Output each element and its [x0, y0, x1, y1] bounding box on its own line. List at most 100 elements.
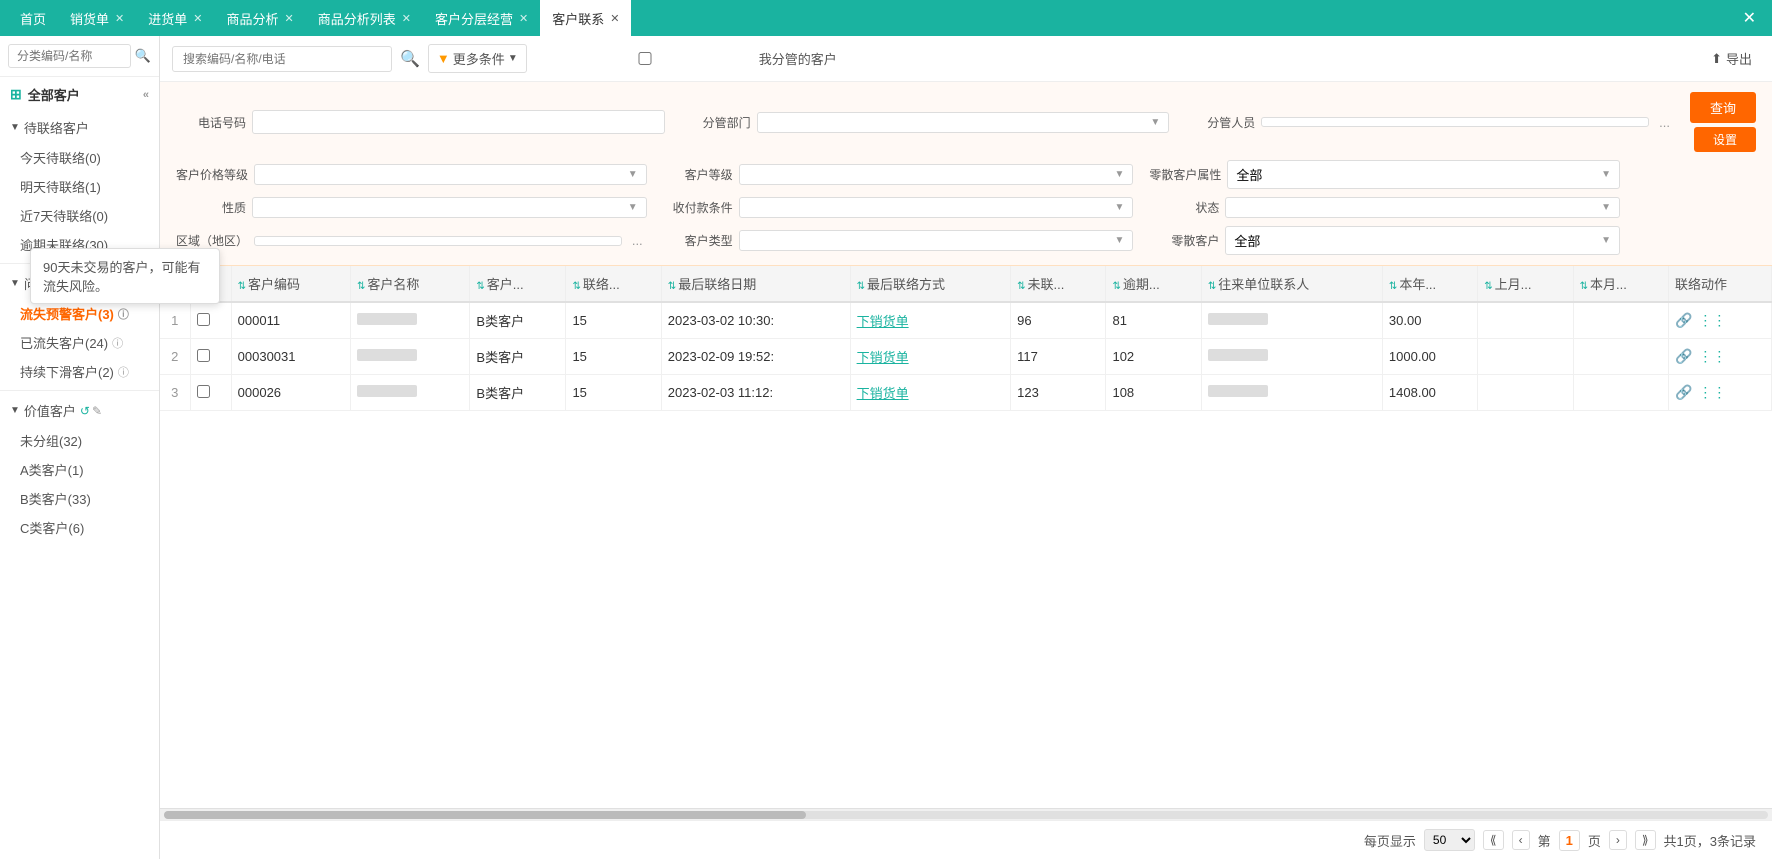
- close-tab-customer-layer-icon[interactable]: ✕: [519, 12, 528, 25]
- th-unit-contact[interactable]: ⇅往来单位联系人: [1201, 266, 1382, 302]
- action-menu-icon-3[interactable]: ⋮⋮: [1698, 384, 1726, 401]
- tooltip-trigger-icon[interactable]: ⓘ: [118, 306, 129, 322]
- action-menu-icon-2[interactable]: ⋮⋮: [1698, 348, 1726, 365]
- sidebar-item-lost[interactable]: 已流失客户(24) ⓘ: [0, 328, 159, 357]
- close-tab-analysis-icon[interactable]: ✕: [285, 12, 294, 25]
- table-row: 1 000011 B类客户 15 2023-03-02 10:30: 下销货单 …: [160, 302, 1772, 339]
- row-overdue-3: 108: [1106, 375, 1201, 411]
- th-contact[interactable]: ⇅联络...: [566, 266, 661, 302]
- nav-home[interactable]: 首页: [8, 9, 58, 28]
- collapse-icon[interactable]: «: [143, 89, 149, 101]
- person-select[interactable]: [1261, 117, 1649, 127]
- nav-tab-purchase[interactable]: 进货单 ✕: [136, 0, 214, 36]
- sidebar-item-ungrouped[interactable]: 未分组(32): [0, 426, 159, 455]
- edit-icon-value[interactable]: ✎: [92, 404, 102, 418]
- th-code[interactable]: ⇅客户编码: [231, 266, 350, 302]
- row-unit-contact-2: [1201, 339, 1382, 375]
- filter-field-phone: 电话号码: [176, 110, 665, 134]
- close-tab-customer-contact-icon[interactable]: ✕: [610, 12, 619, 25]
- row-last-way-2[interactable]: 下销货单: [850, 339, 1011, 375]
- zero-attr-select[interactable]: 全部 ▼: [1227, 160, 1620, 189]
- action-link-icon-2[interactable]: 🔗: [1675, 348, 1692, 365]
- price-grade-select[interactable]: ▼: [254, 164, 647, 185]
- first-page-button[interactable]: ⟪: [1483, 830, 1504, 850]
- nav-tab-customer-contact[interactable]: 客户联系 ✕: [540, 0, 631, 36]
- th-this-year[interactable]: ⇅本年...: [1382, 266, 1477, 302]
- row-last-way-3[interactable]: 下销货单: [850, 375, 1011, 411]
- query-button[interactable]: 查询: [1690, 92, 1756, 123]
- phone-input[interactable]: [252, 110, 665, 134]
- status-select[interactable]: ▼: [1225, 197, 1620, 218]
- my-customers-checkbox-label[interactable]: 我分管的客户: [535, 49, 837, 68]
- filter-field-status: 状态 ▼: [1149, 197, 1620, 218]
- prev-page-button[interactable]: ‹: [1512, 830, 1530, 850]
- sidebar-item-today[interactable]: 今天待联络(0): [0, 143, 159, 172]
- retail-select[interactable]: 全部 ▼: [1225, 226, 1620, 255]
- th-name[interactable]: ⇅客户名称: [351, 266, 470, 302]
- sidebar-search-input[interactable]: [8, 44, 131, 68]
- sidebar-item-class-a[interactable]: A类客户(1): [0, 455, 159, 484]
- next-page-button[interactable]: ›: [1609, 830, 1627, 850]
- close-tab-sales-icon[interactable]: ✕: [115, 12, 124, 25]
- row-type-3: B类客户: [470, 375, 566, 411]
- th-type[interactable]: ⇅客户...: [470, 266, 566, 302]
- th-unlinked[interactable]: ⇅未联...: [1011, 266, 1106, 302]
- row-last-way-1[interactable]: 下销货单: [850, 302, 1011, 339]
- export-button[interactable]: ⬆ 导出: [1703, 45, 1760, 72]
- th-this-month[interactable]: ⇅本月...: [1573, 266, 1668, 302]
- nav-tab-analysis-list[interactable]: 商品分析列表 ✕: [306, 0, 423, 36]
- row-overdue-2: 102: [1106, 339, 1201, 375]
- action-link-icon-3[interactable]: 🔗: [1675, 384, 1692, 401]
- customer-type-select[interactable]: ▼: [739, 230, 1134, 251]
- all-customers-header[interactable]: ⊞ 全部客户 «: [0, 77, 159, 112]
- nav-tab-analysis[interactable]: 商品分析 ✕: [214, 0, 305, 36]
- action-buttons: 查询 设置: [1690, 92, 1756, 152]
- my-customers-checkbox[interactable]: [535, 52, 755, 65]
- export-icon: ⬆: [1711, 51, 1722, 67]
- scrollbar-thumb[interactable]: [164, 811, 806, 819]
- close-tab-analysis-list-icon[interactable]: ✕: [402, 12, 411, 25]
- search-input[interactable]: [172, 46, 392, 72]
- sidebar-item-class-c[interactable]: C类客户(6): [0, 513, 159, 542]
- nav-tab-sales[interactable]: 销货单 ✕: [58, 0, 136, 36]
- sidebar-item-tomorrow[interactable]: 明天待联络(1): [0, 172, 159, 201]
- search-button-icon[interactable]: 🔍: [400, 49, 420, 69]
- row-checkbox-2[interactable]: [190, 339, 231, 375]
- sidebar-item-class-b[interactable]: B类客户(33): [0, 484, 159, 513]
- person-dots[interactable]: ...: [1655, 115, 1674, 130]
- last-page-button[interactable]: ⟫: [1635, 830, 1656, 850]
- row-num-1: 1: [160, 302, 190, 339]
- th-last-date[interactable]: ⇅最后联络日期: [661, 266, 850, 302]
- chevron-down-icon: ▼: [508, 53, 518, 64]
- refresh-icon-value[interactable]: ↺: [80, 404, 90, 418]
- filter-more-button[interactable]: ▼ 更多条件 ▼: [428, 44, 527, 73]
- horizontal-scrollbar[interactable]: [160, 808, 1772, 820]
- sidebar-search-icon[interactable]: 🔍: [135, 48, 151, 64]
- row-last-date-2: 2023-02-09 19:52:: [661, 339, 850, 375]
- sidebar-group-value[interactable]: ▼ 价值客户 ↺ ✎: [0, 395, 159, 426]
- th-overdue[interactable]: ⇅逾期...: [1106, 266, 1201, 302]
- sidebar-group-pending[interactable]: ▼ 待联络客户: [0, 112, 159, 143]
- window-close-button[interactable]: ✕: [1735, 8, 1764, 28]
- th-last-month[interactable]: ⇅上月...: [1478, 266, 1573, 302]
- action-link-icon-1[interactable]: 🔗: [1675, 312, 1692, 329]
- sidebar-item-7days[interactable]: 近7天待联络(0): [0, 201, 159, 230]
- row-last-date-3: 2023-02-03 11:12:: [661, 375, 850, 411]
- close-tab-purchase-icon[interactable]: ✕: [193, 12, 202, 25]
- region-select[interactable]: [254, 236, 622, 246]
- settings-button[interactable]: 设置: [1694, 127, 1756, 152]
- row-checkbox-3[interactable]: [190, 375, 231, 411]
- per-page-select[interactable]: 50 100 200: [1424, 829, 1475, 851]
- payment-select[interactable]: ▼: [739, 197, 1134, 218]
- sidebar-item-declining[interactable]: 持续下滑客户(2) ⓘ: [0, 357, 159, 386]
- action-menu-icon-1[interactable]: ⋮⋮: [1698, 312, 1726, 329]
- nav-tab-customer-layer[interactable]: 客户分层经营 ✕: [423, 0, 540, 36]
- row-checkbox-1[interactable]: [190, 302, 231, 339]
- row-last-month-3: [1478, 375, 1573, 411]
- grade-select[interactable]: ▼: [739, 164, 1134, 185]
- th-last-way[interactable]: ⇅最后联络方式: [850, 266, 1011, 302]
- dept-select[interactable]: ▼: [757, 112, 1170, 133]
- region-dots[interactable]: ...: [628, 233, 647, 248]
- nature-select[interactable]: ▼: [252, 197, 647, 218]
- retail-arrow-icon: ▼: [1601, 235, 1611, 246]
